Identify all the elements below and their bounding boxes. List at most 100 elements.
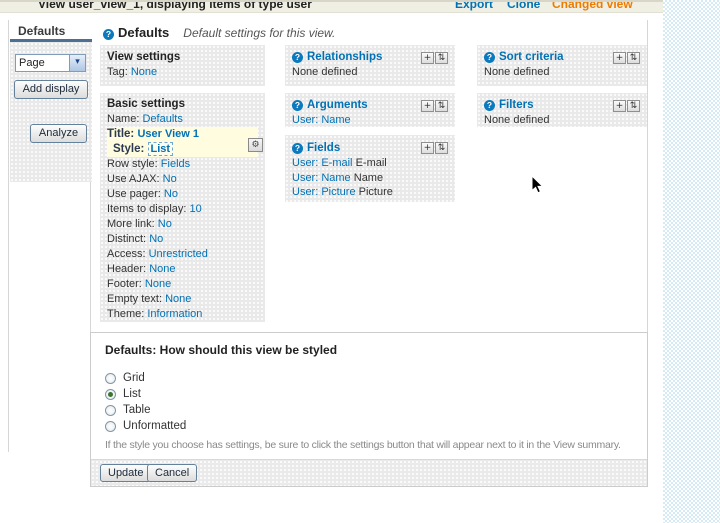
setting-value-link[interactable]: Unrestricted — [149, 248, 208, 260]
style-option-grid[interactable]: Grid — [105, 371, 145, 385]
setting-value-link[interactable]: No — [163, 173, 177, 185]
sort-criteria-empty-text: None defined — [484, 65, 640, 80]
fields-items: User: E-mail E-mailUser: Name NameUser: … — [292, 156, 448, 200]
view-settings-row: Tag: None — [107, 65, 258, 80]
style-settings-gear-icon[interactable]: ⚙ — [248, 138, 263, 152]
style-form-help-text: If the style you choose has settings, be… — [105, 439, 621, 451]
basic-settings-rows: Name: DefaultsTitle: User View 1Style: L… — [107, 112, 258, 322]
display-type-select-value: Page — [19, 57, 45, 69]
field-item: User: Picture Picture — [292, 185, 448, 200]
tag-value-link[interactable]: None — [131, 66, 157, 78]
setting-value-link[interactable]: User View 1 — [137, 128, 199, 140]
help-icon[interactable]: ? — [484, 100, 495, 111]
basic-settings-row: Name: Defaults — [107, 112, 258, 127]
setting-label: Tag: — [107, 66, 128, 78]
add-icon[interactable]: + — [421, 52, 434, 64]
setting-label: Footer: — [107, 278, 145, 290]
setting-label: Header: — [107, 263, 149, 275]
radio-button[interactable] — [105, 405, 116, 416]
add-icon[interactable]: + — [421, 142, 434, 154]
defaults-header: ?DefaultsDefault settings for this view. — [103, 25, 335, 40]
basic-settings-row: Footer: None — [107, 277, 258, 292]
rearrange-icon[interactable]: ⇅ — [435, 100, 448, 112]
analyze-button[interactable]: Analyze — [30, 124, 87, 143]
relationships-box: ? Relationships + ⇅ None defined — [285, 45, 455, 86]
relationships-title-link[interactable]: Relationships — [307, 50, 382, 65]
radio-button[interactable] — [105, 373, 116, 384]
style-form-panel: Defaults: How should this view be styled… — [90, 332, 648, 487]
setting-value-link[interactable]: 10 — [190, 203, 202, 215]
field-item-suffix: E-mail — [353, 157, 387, 169]
setting-label: Title: — [107, 128, 137, 140]
add-icon[interactable]: + — [421, 100, 434, 112]
setting-label: Use pager: — [107, 188, 164, 200]
basic-settings-box: Basic settings Name: DefaultsTitle: User… — [100, 93, 265, 322]
update-button[interactable]: Update — [100, 464, 151, 482]
radio-label[interactable]: Table — [123, 404, 151, 416]
page-top-bar: View user_view_1, displaying items of ty… — [0, 0, 663, 13]
setting-value-link[interactable]: Defaults — [142, 113, 182, 125]
setting-value-link[interactable]: List — [148, 142, 174, 156]
dropdown-arrow-icon[interactable]: ▾ — [69, 55, 85, 71]
add-icon[interactable]: + — [613, 52, 626, 64]
basic-settings-row: Row style: Fields — [107, 157, 258, 172]
help-icon[interactable]: ? — [484, 52, 495, 63]
sort-criteria-title-link[interactable]: Sort criteria — [499, 50, 564, 65]
setting-label: Theme: — [107, 308, 147, 320]
cancel-button[interactable]: Cancel — [147, 464, 197, 482]
setting-value-link[interactable]: None — [165, 293, 191, 305]
export-link[interactable]: Export — [455, 0, 493, 11]
basic-settings-row: Title: User View 1 — [107, 127, 258, 142]
changed-view-link[interactable]: Changed view — [552, 0, 633, 11]
style-form-title: Defaults: How should this view be styled — [105, 343, 337, 357]
field-item-link[interactable]: User: Name — [292, 172, 351, 184]
field-item-link[interactable]: User: E-mail — [292, 157, 353, 169]
display-type-select[interactable]: Page ▾ — [15, 54, 86, 72]
add-display-button[interactable]: Add display — [14, 80, 88, 99]
style-option-list[interactable]: List — [105, 387, 141, 401]
radio-button[interactable] — [105, 421, 116, 432]
style-option-unformatted[interactable]: Unformatted — [105, 419, 186, 433]
setting-value-link[interactable]: No — [158, 218, 172, 230]
radio-label[interactable]: Unformatted — [123, 420, 186, 432]
rearrange-icon[interactable]: ⇅ — [435, 142, 448, 154]
help-icon[interactable]: ? — [292, 100, 303, 111]
setting-label: More link: — [107, 218, 158, 230]
add-icon[interactable]: + — [613, 100, 626, 112]
basic-settings-row: Theme: Information — [107, 307, 258, 322]
setting-label: Style: — [113, 143, 148, 155]
setting-value-link[interactable]: None — [145, 278, 171, 290]
rearrange-icon[interactable]: ⇅ — [627, 52, 640, 64]
setting-label: Name: — [107, 113, 142, 125]
help-icon[interactable]: ? — [292, 143, 303, 154]
basic-settings-row: Header: None — [107, 262, 258, 277]
setting-value-link[interactable]: No — [149, 233, 163, 245]
clone-link[interactable]: Clone — [507, 0, 540, 11]
form-actions-band: Update Cancel — [91, 459, 647, 486]
style-option-table[interactable]: Table — [105, 403, 151, 417]
field-item: User: E-mail E-mail — [292, 156, 448, 171]
radio-label[interactable]: Grid — [123, 372, 145, 384]
view-settings-box: View settings Tag: None — [100, 45, 265, 86]
filters-title-link[interactable]: Filters — [499, 98, 534, 113]
rearrange-icon[interactable]: ⇅ — [435, 52, 448, 64]
help-icon[interactable]: ? — [292, 52, 303, 63]
arguments-box: ? Arguments + ⇅ User: Name — [285, 93, 455, 127]
views-edit-screen: View user_view_1, displaying items of ty… — [0, 0, 720, 523]
tab-defaults[interactable]: Defaults — [18, 24, 65, 38]
radio-button[interactable] — [105, 389, 116, 400]
setting-value-link[interactable]: No — [164, 188, 178, 200]
radio-label[interactable]: List — [123, 388, 141, 400]
help-icon[interactable]: ? — [103, 29, 114, 40]
basic-settings-row: Access: Unrestricted — [107, 247, 258, 262]
setting-value-link[interactable]: Information — [147, 308, 202, 320]
setting-value-link[interactable]: Fields — [161, 158, 190, 170]
arguments-title-link[interactable]: Arguments — [307, 98, 368, 113]
setting-value-link[interactable]: None — [149, 263, 175, 275]
field-item-link[interactable]: User: Picture — [292, 186, 356, 198]
fields-title-link[interactable]: Fields — [307, 141, 340, 156]
field-item-suffix: Name — [351, 172, 383, 184]
argument-item-link[interactable]: User: Name — [292, 114, 351, 126]
setting-label: Items to display: — [107, 203, 190, 215]
rearrange-icon[interactable]: ⇅ — [627, 100, 640, 112]
